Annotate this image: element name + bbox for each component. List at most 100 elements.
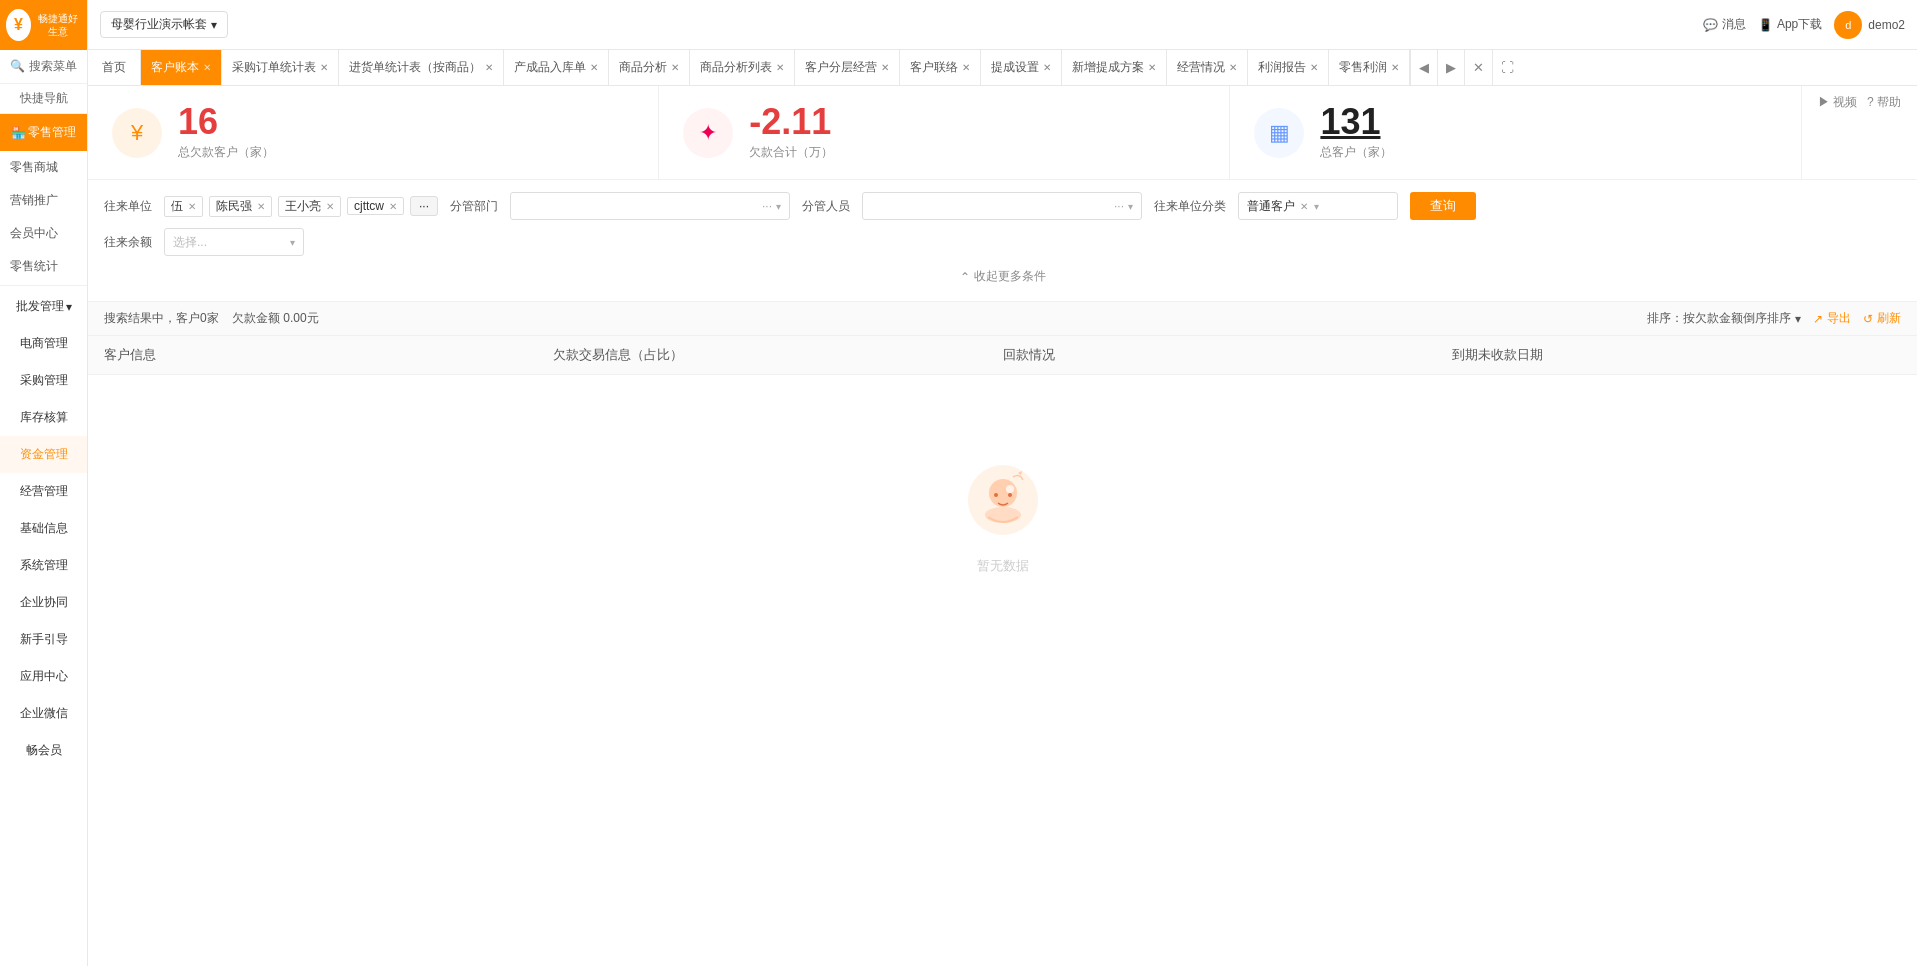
tab-利润报告[interactable]: 利润报告 ✕ (1248, 50, 1329, 86)
sidebar-item-零售管理[interactable]: 🏪 零售管理 (0, 114, 87, 151)
sidebar-item-企业协同[interactable]: 企业协同 (0, 584, 87, 621)
tab-close-icon[interactable]: ✕ (485, 62, 493, 73)
sidebar-item-采购管理[interactable]: 采购管理 (0, 362, 87, 399)
tab-close-icon[interactable]: ✕ (320, 62, 328, 73)
export-button[interactable]: ↗ 导出 (1813, 310, 1851, 327)
message-button[interactable]: 💬 消息 (1703, 16, 1746, 33)
avatar: d (1834, 11, 1862, 39)
sidebar-item-企业微信[interactable]: 企业微信 (0, 695, 87, 732)
remove-tag-伍-button[interactable]: ✕ (188, 201, 196, 212)
collapse-button[interactable]: ⌃ 收起更多条件 (960, 268, 1046, 285)
tab-进货单统计表[interactable]: 进货单统计表（按商品） ✕ (339, 50, 504, 86)
sidebar-item-经营管理[interactable]: 经营管理 (0, 473, 87, 510)
tab-close-icon[interactable]: ✕ (962, 62, 970, 73)
person-more-icon: ··· (1114, 199, 1124, 213)
total-debt-customers-number: 16 (178, 104, 274, 140)
tab-close-icon[interactable]: ✕ (203, 62, 211, 73)
sidebar-item-新手引导[interactable]: 新手引导 (0, 621, 87, 658)
tab-采购订单统计表[interactable]: 采购订单统计表 ✕ (222, 50, 339, 86)
unit-tag-cjttcw[interactable]: cjttcw ✕ (347, 197, 404, 215)
sidebar-quick-nav[interactable]: 快捷导航 (0, 84, 87, 114)
tabs-next-button[interactable]: ▶ (1437, 50, 1464, 86)
tab-home[interactable]: 首页 (88, 50, 141, 86)
sidebar-item-应用中心[interactable]: 应用中心 (0, 658, 87, 695)
unit-tag-伍[interactable]: 伍 ✕ (164, 196, 203, 217)
user-menu[interactable]: d demo2 (1834, 11, 1905, 39)
tab-提成设置[interactable]: 提成设置 ✕ (981, 50, 1062, 86)
content-inner: ¥ 16 总欠款客户（家） ✦ -2.11 欠款合计（万） ▦ (88, 86, 1917, 966)
unit-tag-陈民强[interactable]: 陈民强 ✕ (209, 196, 272, 217)
tab-close-icon[interactable]: ✕ (881, 62, 889, 73)
sidebar-item-库存核算[interactable]: 库存核算 (0, 399, 87, 436)
chevron-up-icon: ⌃ (960, 270, 970, 284)
tab-close-icon[interactable]: ✕ (671, 62, 679, 73)
refresh-button[interactable]: ↺ 刷新 (1863, 310, 1901, 327)
app-download-button[interactable]: 📱 App下载 (1758, 16, 1822, 33)
sidebar-item-会员中心[interactable]: 会员中心 (0, 217, 87, 250)
sidebar-item-资金管理[interactable]: 资金管理 (0, 436, 87, 473)
dept-chevron-icon: ▾ (776, 201, 781, 212)
sort-chevron-icon: ▾ (1795, 312, 1801, 326)
person-label: 分管人员 (802, 198, 850, 215)
tab-商品分析列表[interactable]: 商品分析列表 ✕ (690, 50, 795, 86)
remove-tag-陈民强-button[interactable]: ✕ (257, 201, 265, 212)
remove-tag-cjttcw-button[interactable]: ✕ (389, 201, 397, 212)
remove-classify-tag-button[interactable]: ✕ (1300, 201, 1308, 212)
message-icon: 💬 (1703, 18, 1718, 32)
tab-close-icon[interactable]: ✕ (1229, 62, 1237, 73)
tab-close-icon[interactable]: ✕ (776, 62, 784, 73)
sidebar-item-畅会员[interactable]: 畅会员 (0, 732, 87, 769)
unit-tag-王小亮[interactable]: 王小亮 ✕ (278, 196, 341, 217)
chevron-down-icon: ▾ (211, 18, 217, 32)
tab-商品分析[interactable]: 商品分析 ✕ (609, 50, 690, 86)
tab-新增提成方案[interactable]: 新增提成方案 ✕ (1062, 50, 1167, 86)
stats-row: ¥ 16 总欠款客户（家） ✦ -2.11 欠款合计（万） ▦ (88, 86, 1917, 180)
video-link[interactable]: ▶ 视频 (1818, 94, 1857, 111)
main-area: 母婴行业演示帐套 ▾ 💬 消息 📱 App下载 d demo2 首页 客户账本 (88, 0, 1917, 966)
results-right: 排序：按欠款金额倒序排序 ▾ ↗ 导出 ↺ 刷新 (1647, 310, 1901, 327)
question-icon: ? (1867, 95, 1874, 109)
sidebar-item-电商管理[interactable]: 电商管理 (0, 325, 87, 362)
tab-客户分层经营[interactable]: 客户分层经营 ✕ (795, 50, 900, 86)
classify-label: 往来单位分类 (1154, 198, 1226, 215)
tab-close-icon[interactable]: ✕ (1310, 62, 1318, 73)
phone-icon: 📱 (1758, 18, 1773, 32)
balance-label: 往来余额 (104, 234, 152, 251)
debt-icon: ✦ (683, 108, 733, 158)
tab-close-icon[interactable]: ✕ (1043, 62, 1051, 73)
sidebar-search[interactable]: 🔍 搜索菜单 (0, 50, 87, 84)
topbar-left: 母婴行业演示帐套 ▾ (100, 11, 228, 38)
sidebar-item-营销推广[interactable]: 营销推广 (0, 184, 87, 217)
person-select[interactable]: ··· ▾ (862, 192, 1142, 220)
tab-客户账本[interactable]: 客户账本 ✕ (141, 50, 222, 86)
remove-tag-王小亮-button[interactable]: ✕ (326, 201, 334, 212)
tab-产成品入库单[interactable]: 产成品入库单 ✕ (504, 50, 609, 86)
sidebar-item-批发管理[interactable]: 批发管理 ▾ (0, 288, 87, 325)
refresh-icon: ↺ (1863, 312, 1873, 326)
balance-chevron-icon: ▾ (290, 237, 295, 248)
sidebar-item-零售统计[interactable]: 零售统计 (0, 250, 87, 283)
tab-close-icon[interactable]: ✕ (1391, 62, 1399, 73)
tab-经营情况[interactable]: 经营情况 ✕ (1167, 50, 1248, 86)
dept-select[interactable]: ··· ▾ (510, 192, 790, 220)
tabs-fullscreen-button[interactable]: ⛶ (1492, 50, 1522, 86)
tab-客户联络[interactable]: 客户联络 ✕ (900, 50, 981, 86)
classify-tag-普通客户[interactable]: 普通客户 ✕ (1247, 198, 1308, 215)
tab-零售利润[interactable]: 零售利润 ✕ (1329, 50, 1410, 86)
tab-close-icon[interactable]: ✕ (1148, 62, 1156, 73)
query-button[interactable]: 查询 (1410, 192, 1476, 220)
tab-close-icon[interactable]: ✕ (590, 62, 598, 73)
tabs-prev-button[interactable]: ◀ (1410, 50, 1437, 86)
balance-select[interactable]: 选择... ▾ (164, 228, 304, 256)
unit-label: 往来单位 (104, 198, 152, 215)
tabs-close-all-button[interactable]: ✕ (1464, 50, 1492, 86)
sort-select[interactable]: 排序：按欠款金额倒序排序 ▾ (1647, 310, 1801, 327)
help-link[interactable]: ? 帮助 (1867, 94, 1901, 111)
total-debt-amount-label: 欠款合计（万） (749, 144, 833, 161)
sidebar-item-系统管理[interactable]: 系统管理 (0, 547, 87, 584)
classify-select[interactable]: 普通客户 ✕ ▾ (1238, 192, 1398, 220)
sidebar-item-零售商城[interactable]: 零售商城 (0, 151, 87, 184)
sidebar-item-基础信息[interactable]: 基础信息 (0, 510, 87, 547)
unit-tags-more-button[interactable]: ··· (410, 196, 438, 216)
industry-selector[interactable]: 母婴行业演示帐套 ▾ (100, 11, 228, 38)
